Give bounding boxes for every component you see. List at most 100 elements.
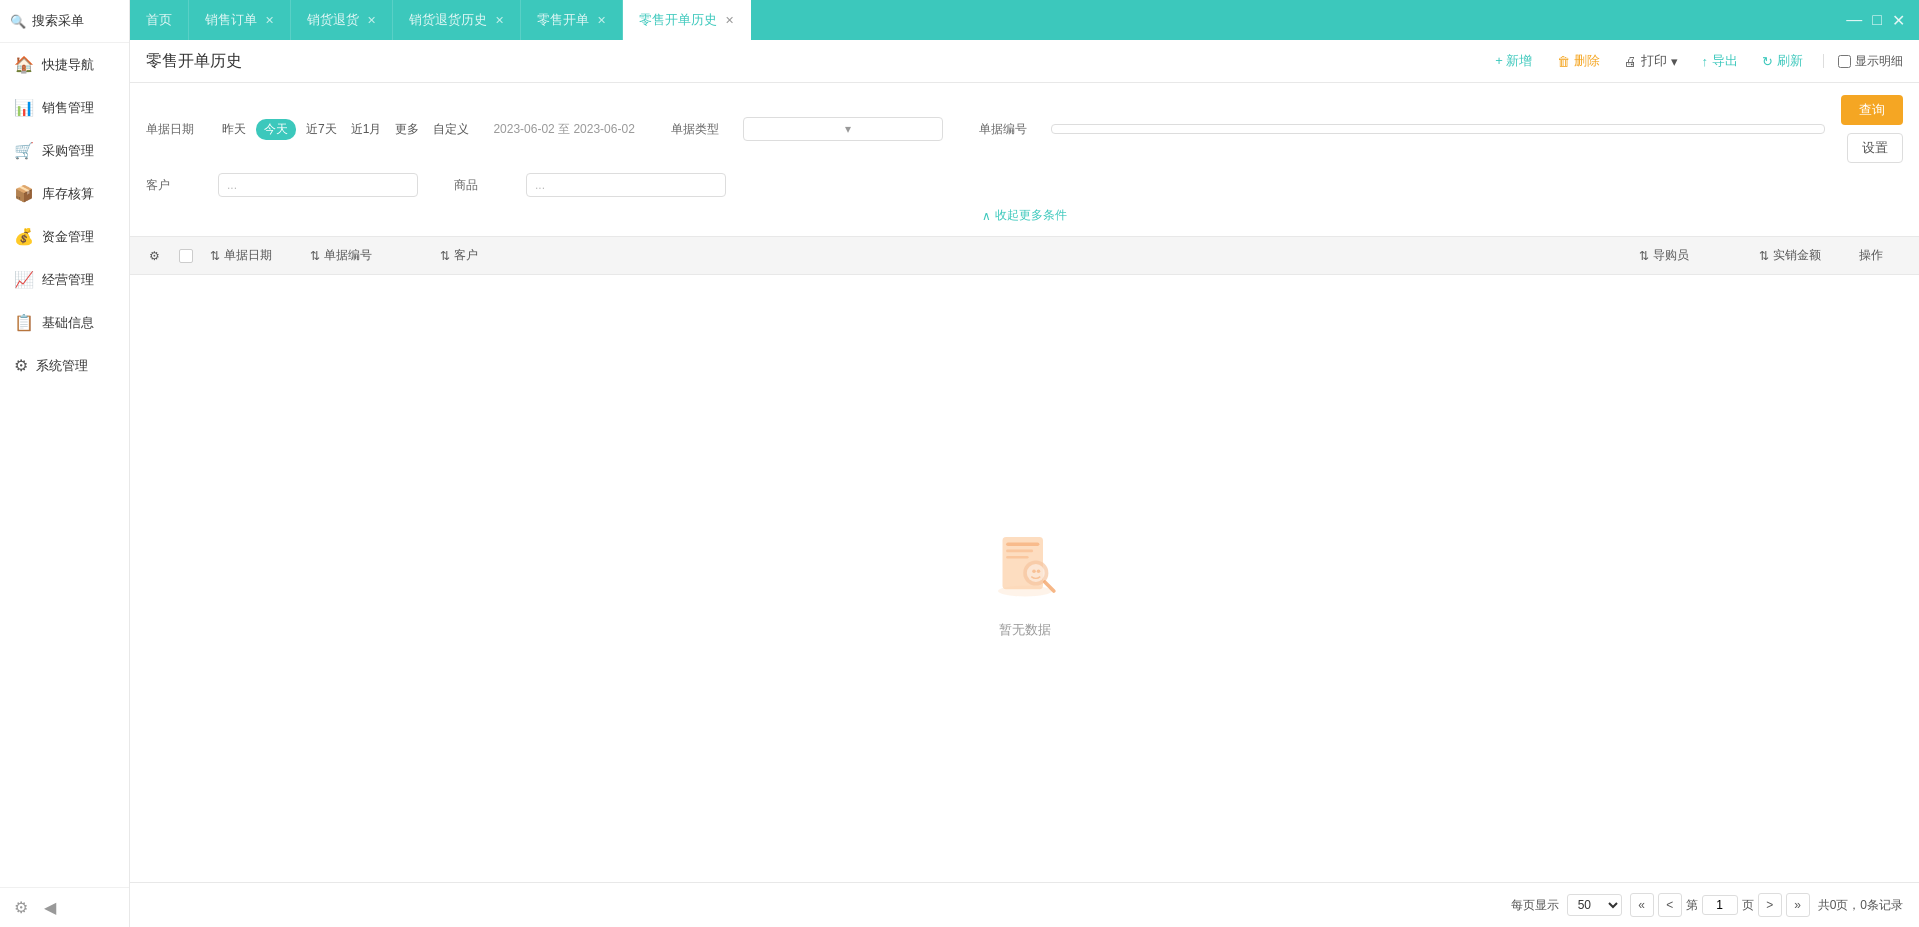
tab-sales-return-history-close[interactable]: ✕ <box>495 14 504 27</box>
sidebar-item-label: 库存核算 <box>42 185 94 203</box>
print-button[interactable]: 🖨 打印 ▾ <box>1618 48 1684 74</box>
customer-placeholder: ... <box>227 178 409 192</box>
sidebar-nav: 🏠 快捷导航 📊 销售管理 🛒 采购管理 📦 库存核算 💰 资金管理 📈 经营管… <box>0 43 129 887</box>
cart-icon: 🛒 <box>14 141 34 160</box>
date-opt-yesterday[interactable]: 昨天 <box>218 119 250 140</box>
tab-retail-open[interactable]: 零售开单 ✕ <box>521 0 623 40</box>
page-goto-label: 第 <box>1686 897 1698 914</box>
tab-retail-open-history-label: 零售开单历史 <box>639 11 717 29</box>
th-checkbox[interactable] <box>170 249 202 263</box>
th-action-label: 操作 <box>1859 247 1883 264</box>
window-close[interactable]: ✕ <box>1892 11 1905 30</box>
tab-sales-order-label: 销售订单 <box>205 11 257 29</box>
export-label: 导出 <box>1712 52 1738 70</box>
tab-sales-return-history[interactable]: 销货退货历史 ✕ <box>393 0 521 40</box>
empty-state: 暂无数据 <box>130 275 1919 882</box>
date-opt-more[interactable]: 更多 <box>391 119 423 140</box>
first-page-btn[interactable]: « <box>1630 893 1654 917</box>
collapse-up-icon: ∧ <box>982 209 991 223</box>
product-input[interactable]: ... <box>526 173 726 197</box>
sidebar-item-sys-mgmt[interactable]: ⚙ 系统管理 <box>0 344 129 387</box>
tab-retail-open-label: 零售开单 <box>537 11 589 29</box>
th-customer[interactable]: ⇅ 客户 <box>432 247 1631 264</box>
tab-retail-open-close[interactable]: ✕ <box>597 14 606 27</box>
tab-sales-order-close[interactable]: ✕ <box>265 14 274 27</box>
th-guide[interactable]: ⇅ 导购员 <box>1631 247 1751 264</box>
trend-icon: 📈 <box>14 270 34 289</box>
th-settings[interactable]: ⚙ <box>138 249 170 263</box>
total-info: 共0页，0条记录 <box>1818 897 1903 914</box>
sidebar-item-operations[interactable]: 📈 经营管理 <box>0 258 129 301</box>
sidebar-item-label: 资金管理 <box>42 228 94 246</box>
divider <box>1823 54 1824 68</box>
tab-retail-open-history-close[interactable]: ✕ <box>725 14 734 27</box>
collapse-sidebar-icon[interactable]: ◀ <box>44 898 56 917</box>
per-page-select[interactable]: 50 10 20 100 <box>1567 894 1622 916</box>
th-amount-sort: ⇅ <box>1759 249 1769 263</box>
date-options: 昨天 今天 近7天 近1月 更多 自定义 <box>218 119 473 140</box>
last-page-btn[interactable]: » <box>1786 893 1810 917</box>
tab-home[interactable]: 首页 <box>130 0 189 40</box>
th-date[interactable]: ⇅ 单据日期 <box>202 247 302 264</box>
date-opt-1month[interactable]: 近1月 <box>347 119 386 140</box>
th-num[interactable]: ⇅ 单据编号 <box>302 247 432 264</box>
add-button[interactable]: + 新增 <box>1489 48 1538 74</box>
table-settings-icon: ⚙ <box>149 249 160 263</box>
sidebar-item-purchase-mgmt[interactable]: 🛒 采购管理 <box>0 129 129 172</box>
select-all-checkbox[interactable] <box>179 249 193 263</box>
th-amount[interactable]: ⇅ 实销金额 <box>1751 247 1851 264</box>
date-opt-today[interactable]: 今天 <box>256 119 296 140</box>
per-page-label: 每页显示 <box>1511 897 1559 914</box>
page-number-input[interactable] <box>1702 895 1738 915</box>
prev-page-btn[interactable]: < <box>1658 893 1682 917</box>
query-buttons: 查询 设置 <box>1841 95 1903 163</box>
th-guide-sort: ⇅ <box>1639 249 1649 263</box>
filter-row-2: 客户 ... 商品 ... <box>146 173 1903 197</box>
show-detail-checkbox[interactable] <box>1838 55 1851 68</box>
sidebar-item-quick-nav[interactable]: 🏠 快捷导航 <box>0 43 129 86</box>
refresh-icon: ↻ <box>1762 54 1773 69</box>
date-opt-custom[interactable]: 自定义 <box>429 119 473 140</box>
refresh-button[interactable]: ↻ 刷新 <box>1756 48 1809 74</box>
tab-sales-return[interactable]: 销货退货 ✕ <box>291 0 393 40</box>
sidebar-item-label: 销售管理 <box>42 99 94 117</box>
filter-area: 单据日期 昨天 今天 近7天 近1月 更多 自定义 2023-06-02 至 2… <box>130 83 1919 237</box>
sidebar-item-basic-info[interactable]: 📋 基础信息 <box>0 301 129 344</box>
refresh-label: 刷新 <box>1777 52 1803 70</box>
doc-num-input[interactable] <box>1051 124 1825 134</box>
sidebar-search[interactable]: 🔍 搜索采单 <box>0 0 129 43</box>
svg-rect-2 <box>1006 542 1039 546</box>
sidebar-item-sales-mgmt[interactable]: 📊 销售管理 <box>0 86 129 129</box>
search-icon: 🔍 <box>10 14 26 29</box>
settings-icon[interactable]: ⚙ <box>14 898 28 917</box>
sidebar-item-finance[interactable]: 💰 资金管理 <box>0 215 129 258</box>
customer-input[interactable]: ... <box>218 173 418 197</box>
tab-home-label: 首页 <box>146 11 172 29</box>
th-amount-label: 实销金额 <box>1773 247 1821 264</box>
next-page-btn[interactable]: > <box>1758 893 1782 917</box>
date-opt-7days[interactable]: 近7天 <box>302 119 341 140</box>
query-button[interactable]: 查询 <box>1841 95 1903 125</box>
empty-illustration <box>980 519 1070 609</box>
tab-sales-return-close[interactable]: ✕ <box>367 14 376 27</box>
doc-type-chevron: ▾ <box>845 122 934 136</box>
page-nav: « < 第 页 > » <box>1630 893 1810 917</box>
tab-retail-open-history[interactable]: 零售开单历史 ✕ <box>623 0 751 40</box>
doc-type-label: 单据类型 <box>671 121 727 138</box>
settings-button[interactable]: 设置 <box>1847 133 1903 163</box>
window-minimize[interactable]: — <box>1846 11 1862 29</box>
collapse-filter-btn[interactable]: ∧ 收起更多条件 <box>146 207 1903 224</box>
doc-type-select[interactable]: ▾ <box>743 117 943 141</box>
tab-sales-order[interactable]: 销售订单 ✕ <box>189 0 291 40</box>
sidebar-item-inventory[interactable]: 📦 库存核算 <box>0 172 129 215</box>
sidebar-item-label: 系统管理 <box>36 357 88 375</box>
show-detail-toggle[interactable]: 显示明细 <box>1838 53 1903 70</box>
sidebar-item-label: 快捷导航 <box>42 56 94 74</box>
export-icon: ↑ <box>1702 54 1709 69</box>
window-maximize[interactable]: □ <box>1872 11 1882 29</box>
delete-button[interactable]: 🗑 删除 <box>1551 48 1606 74</box>
main-content: 首页 销售订单 ✕ 销货退货 ✕ 销货退货历史 ✕ 零售开单 ✕ 零售开单历史 … <box>130 0 1919 927</box>
toolbar: 零售开单历史 + 新增 🗑 删除 🖨 打印 ▾ ↑ 导出 ↻ 刷新 <box>130 40 1919 83</box>
tab-bar: 首页 销售订单 ✕ 销货退货 ✕ 销货退货历史 ✕ 零售开单 ✕ 零售开单历史 … <box>130 0 1919 40</box>
export-button[interactable]: ↑ 导出 <box>1696 48 1745 74</box>
